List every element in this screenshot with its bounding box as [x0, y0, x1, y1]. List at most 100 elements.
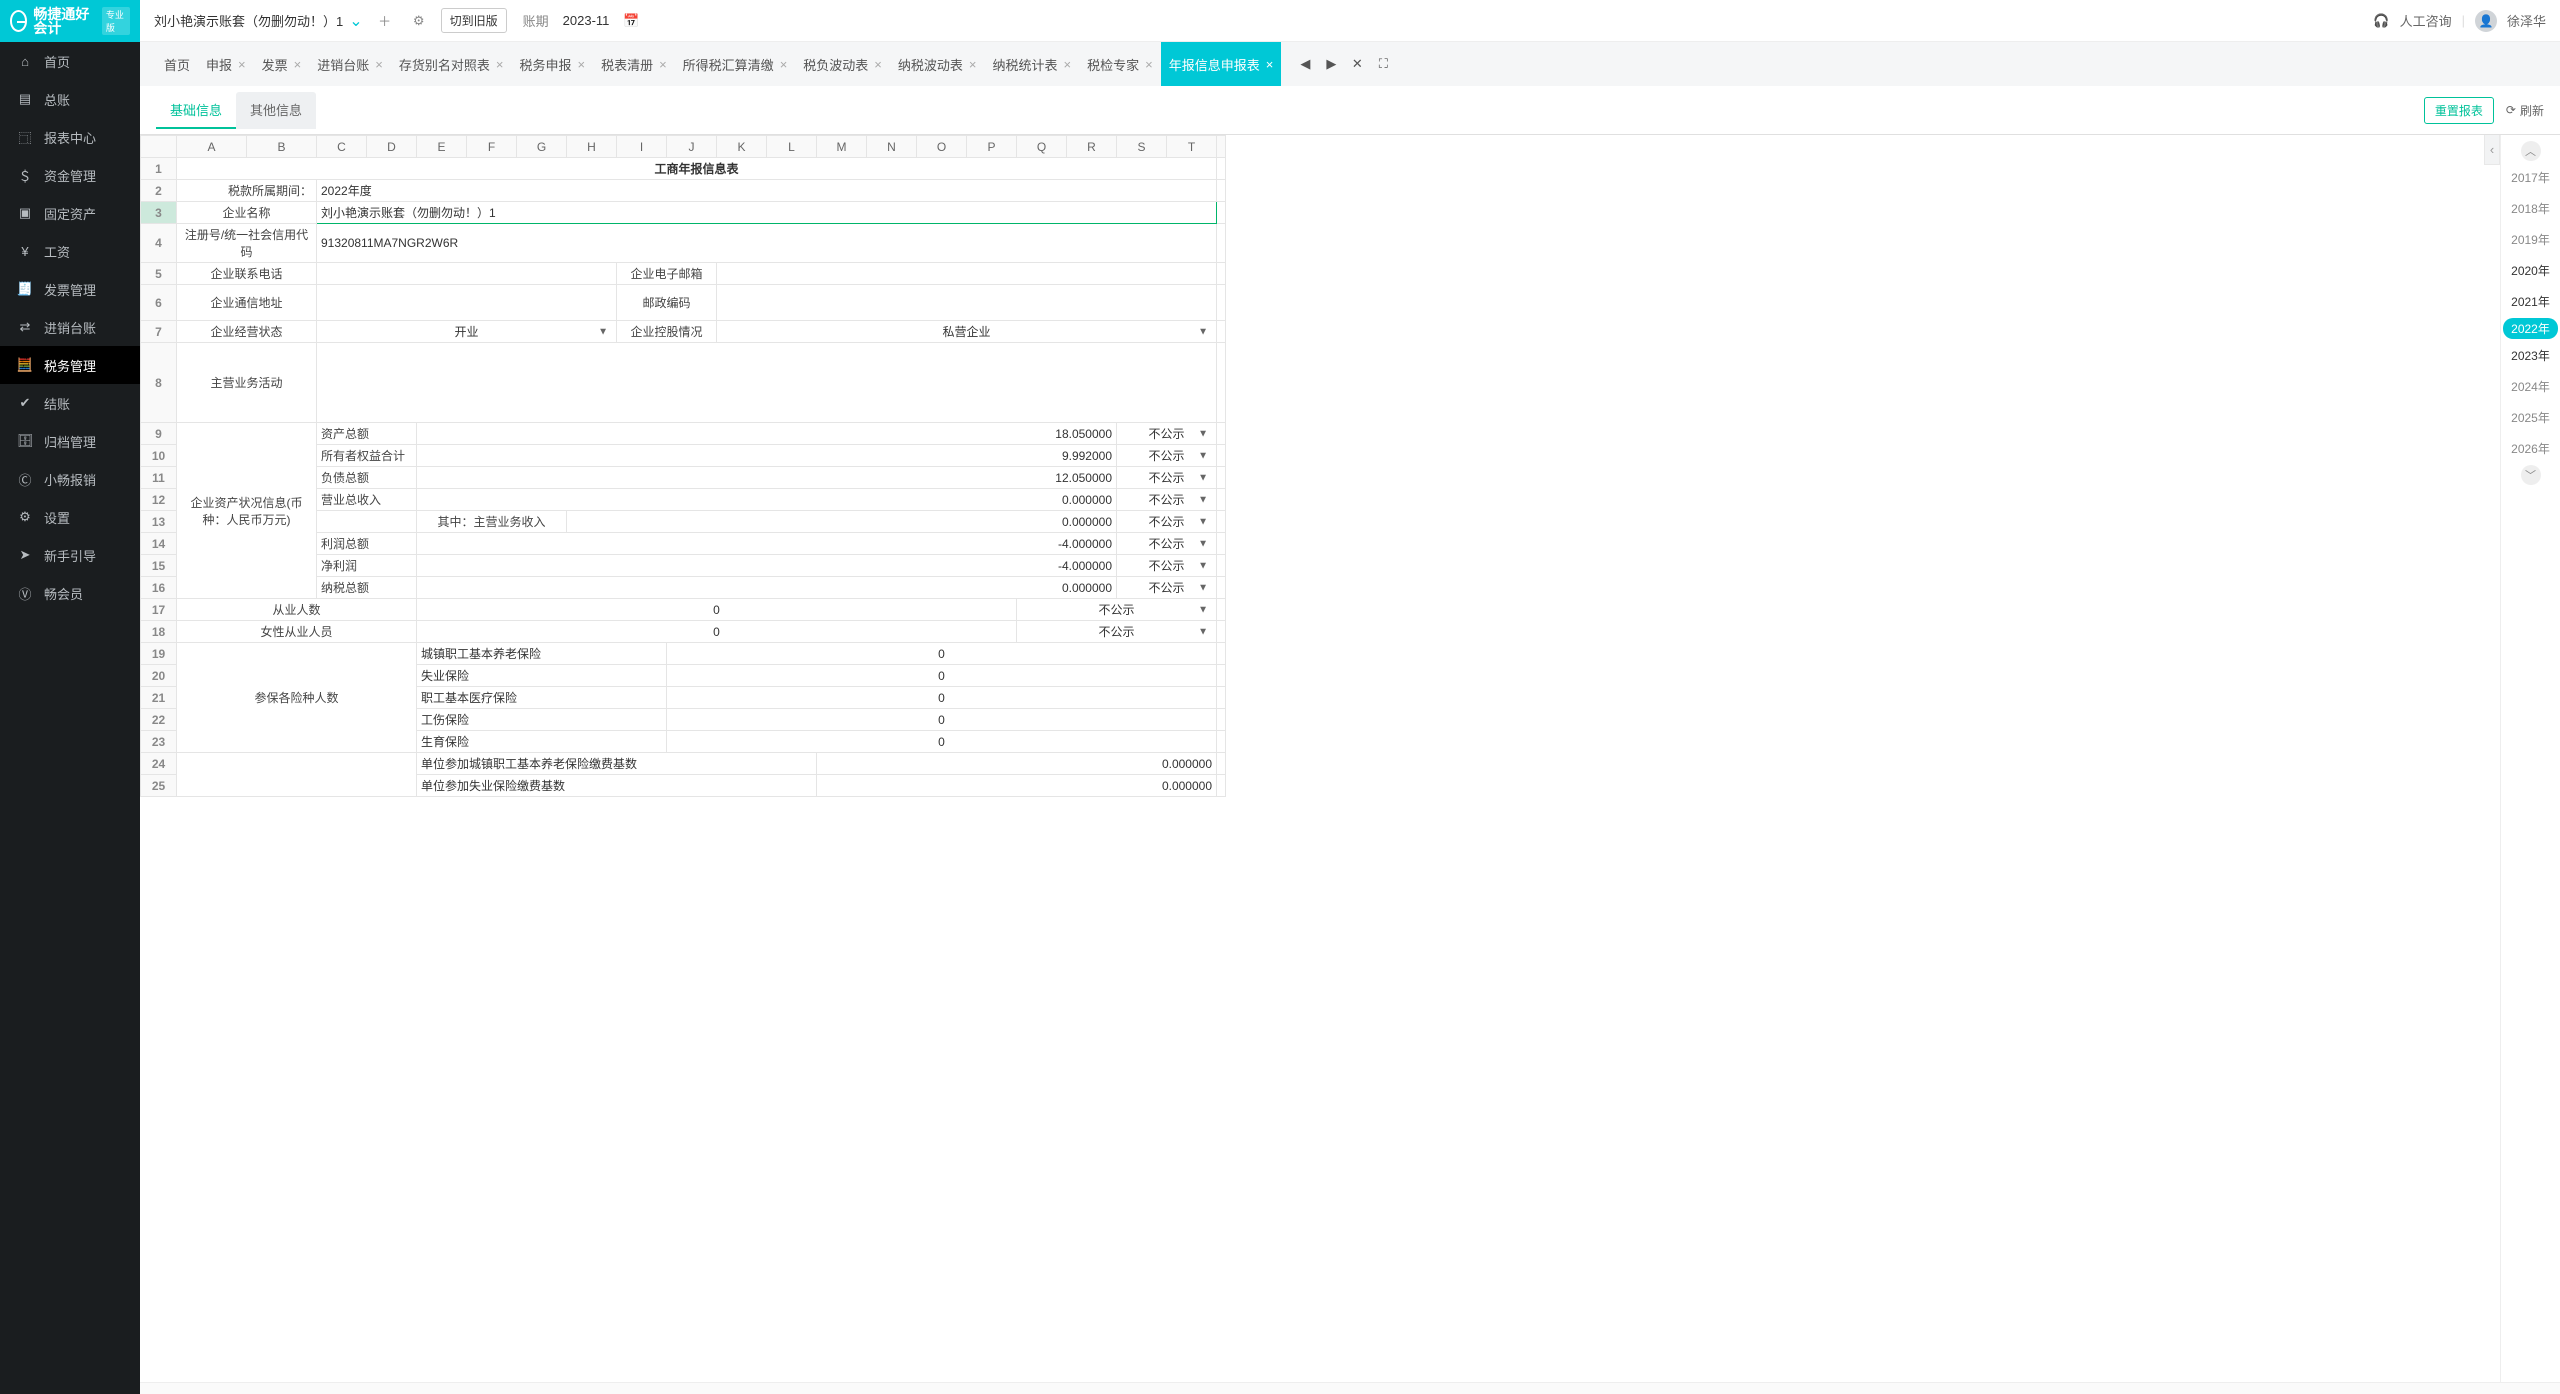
year-2025年[interactable]: 2025年	[2507, 403, 2554, 432]
disclosure-select[interactable]: 不公示▼	[1121, 447, 1212, 464]
refresh-button[interactable]: ⟳ 刷新	[2506, 102, 2544, 119]
disclosure-15[interactable]: 不公示▼	[1117, 555, 1217, 577]
col-T[interactable]: T	[1167, 136, 1217, 158]
tab-存货别名对照表[interactable]: 存货别名对照表×	[391, 42, 512, 86]
year-drawer-toggle[interactable]: ‹	[2484, 135, 2500, 165]
row-2-header[interactable]: 2	[141, 180, 177, 202]
sidebar-item-home[interactable]: ⌂首页	[0, 42, 140, 80]
row-18-header[interactable]: 18	[141, 621, 177, 643]
tab-纳税统计表[interactable]: 纳税统计表×	[985, 42, 1080, 86]
tab-税务申报[interactable]: 税务申报×	[511, 42, 593, 86]
tab-close-icon[interactable]: ×	[780, 57, 788, 72]
avatar-icon[interactable]: 👤	[2475, 10, 2497, 32]
col-M[interactable]: M	[817, 136, 867, 158]
row-24-header[interactable]: 24	[141, 753, 177, 775]
tab-close-icon[interactable]: ×	[577, 57, 585, 72]
row-13-header[interactable]: 13	[141, 511, 177, 533]
disclosure-select[interactable]: 私营企业▼	[721, 323, 1212, 340]
disclosure-select[interactable]: 不公示▼	[1121, 491, 1212, 508]
row-20-header[interactable]: 20	[141, 665, 177, 687]
ins-value-23[interactable]: 0	[667, 731, 1217, 753]
tab-税负波动表[interactable]: 税负波动表×	[795, 42, 890, 86]
tab-纳税波动表[interactable]: 纳税波动表×	[890, 42, 985, 86]
sidebar-item-psi[interactable]: ⇄进销台账	[0, 308, 140, 346]
tab-税表清册[interactable]: 税表清册×	[593, 42, 675, 86]
disclosure-select[interactable]: 不公示▼	[1121, 579, 1212, 596]
disclosure-select[interactable]: 不公示▼	[1121, 513, 1212, 530]
col-B[interactable]: B	[247, 136, 317, 158]
col-S[interactable]: S	[1117, 136, 1167, 158]
tab-年报信息申报表[interactable]: 年报信息申报表×	[1161, 42, 1282, 86]
year-2026年[interactable]: 2026年	[2507, 434, 2554, 463]
year-2022年[interactable]: 2022年	[2503, 318, 2558, 339]
year-2020年[interactable]: 2020年	[2507, 256, 2554, 285]
row-3-header[interactable]: 3	[141, 202, 177, 224]
tab-close-icon[interactable]: ×	[659, 57, 667, 72]
row-10-header[interactable]: 10	[141, 445, 177, 467]
horizontal-scrollbar[interactable]	[140, 1382, 2560, 1394]
holding-select[interactable]: 私营企业▼	[717, 321, 1217, 343]
ins-value-22[interactable]: 0	[667, 709, 1217, 731]
disclosure-13[interactable]: 不公示▼	[1117, 511, 1217, 533]
tab-进销台账[interactable]: 进销台账×	[309, 42, 391, 86]
year-scroll-down[interactable]: ﹀	[2521, 465, 2541, 485]
tab-close-icon[interactable]: ×	[294, 57, 302, 72]
settings-icon-button[interactable]: ⚙	[407, 9, 431, 33]
ins-value-20[interactable]: 0	[667, 665, 1217, 687]
row-11-header[interactable]: 11	[141, 467, 177, 489]
add-account-button[interactable]: ＋	[373, 9, 397, 33]
support-link[interactable]: 人工咨询	[2400, 11, 2452, 30]
col-I[interactable]: I	[617, 136, 667, 158]
value-11[interactable]: 12.050000	[417, 467, 1117, 489]
sidebar-item-gear[interactable]: ⚙设置	[0, 498, 140, 536]
tab-close-icon[interactable]: ×	[1266, 57, 1274, 72]
col-R[interactable]: R	[1067, 136, 1117, 158]
sidebar-item-xc[interactable]: Ⓒ小畅报销	[0, 460, 140, 498]
col-N[interactable]: N	[867, 136, 917, 158]
value-9[interactable]: 18.050000	[417, 423, 1117, 445]
addr-input[interactable]	[317, 285, 617, 321]
tab-close-icon[interactable]: ×	[375, 57, 383, 72]
col-L[interactable]: L	[767, 136, 817, 158]
sidebar-item-invoice[interactable]: 🧾发票管理	[0, 270, 140, 308]
sidebar-item-ledger[interactable]: ▤总账	[0, 80, 140, 118]
sidebar-item-vip[interactable]: Ⓥ畅会员	[0, 574, 140, 612]
spreadsheet[interactable]: ABCDEFGHIJKLMNOPQRST1工商年报信息表2税款所属期间：2022…	[140, 135, 2500, 1382]
row-17-header[interactable]: 17	[141, 599, 177, 621]
col-H[interactable]: H	[567, 136, 617, 158]
col-D[interactable]: D	[367, 136, 417, 158]
sidebar-item-guide[interactable]: ➤新手引导	[0, 536, 140, 574]
col-G[interactable]: G	[517, 136, 567, 158]
sidebar-item-tax[interactable]: 🧮税务管理	[0, 346, 140, 384]
row-8-header[interactable]: 8	[141, 343, 177, 423]
sidebar-item-salary[interactable]: ¥工资	[0, 232, 140, 270]
female-disclosure[interactable]: 不公示▼	[1017, 621, 1217, 643]
employees-value[interactable]: 0	[417, 599, 1017, 621]
sidebar-item-asset[interactable]: ▣固定资产	[0, 194, 140, 232]
row-12-header[interactable]: 12	[141, 489, 177, 511]
email-input[interactable]	[717, 263, 1217, 285]
phone-input[interactable]	[317, 263, 617, 285]
year-2017年[interactable]: 2017年	[2507, 163, 2554, 192]
year-2024年[interactable]: 2024年	[2507, 372, 2554, 401]
sub-empty[interactable]	[317, 511, 417, 533]
account-selector[interactable]: 刘小艳演示账套（勿删勿动！）1 ⌄	[154, 11, 363, 31]
sidebar-item-close[interactable]: ✔结账	[0, 384, 140, 422]
disclosure-10[interactable]: 不公示▼	[1117, 445, 1217, 467]
tab-税检专家[interactable]: 税检专家×	[1079, 42, 1161, 86]
sidebar-item-funds[interactable]: ＄资金管理	[0, 156, 140, 194]
col-O[interactable]: O	[917, 136, 967, 158]
tab-﻿申报[interactable]: 申报×	[198, 42, 254, 86]
year-2023年[interactable]: 2023年	[2507, 341, 2554, 370]
year-2018年[interactable]: 2018年	[2507, 194, 2554, 223]
col-J[interactable]: J	[667, 136, 717, 158]
disclosure-12[interactable]: 不公示▼	[1117, 489, 1217, 511]
ins-value-19[interactable]: 0	[667, 643, 1217, 665]
year-2021年[interactable]: 2021年	[2507, 287, 2554, 316]
row-6-header[interactable]: 6	[141, 285, 177, 321]
disclosure-9[interactable]: 不公示▼	[1117, 423, 1217, 445]
postcode-input[interactable]	[717, 285, 1217, 321]
tab-首页[interactable]: 首页	[156, 42, 198, 86]
user-name[interactable]: 徐泽华	[2507, 11, 2546, 30]
tab-close-icon[interactable]: ×	[874, 57, 882, 72]
